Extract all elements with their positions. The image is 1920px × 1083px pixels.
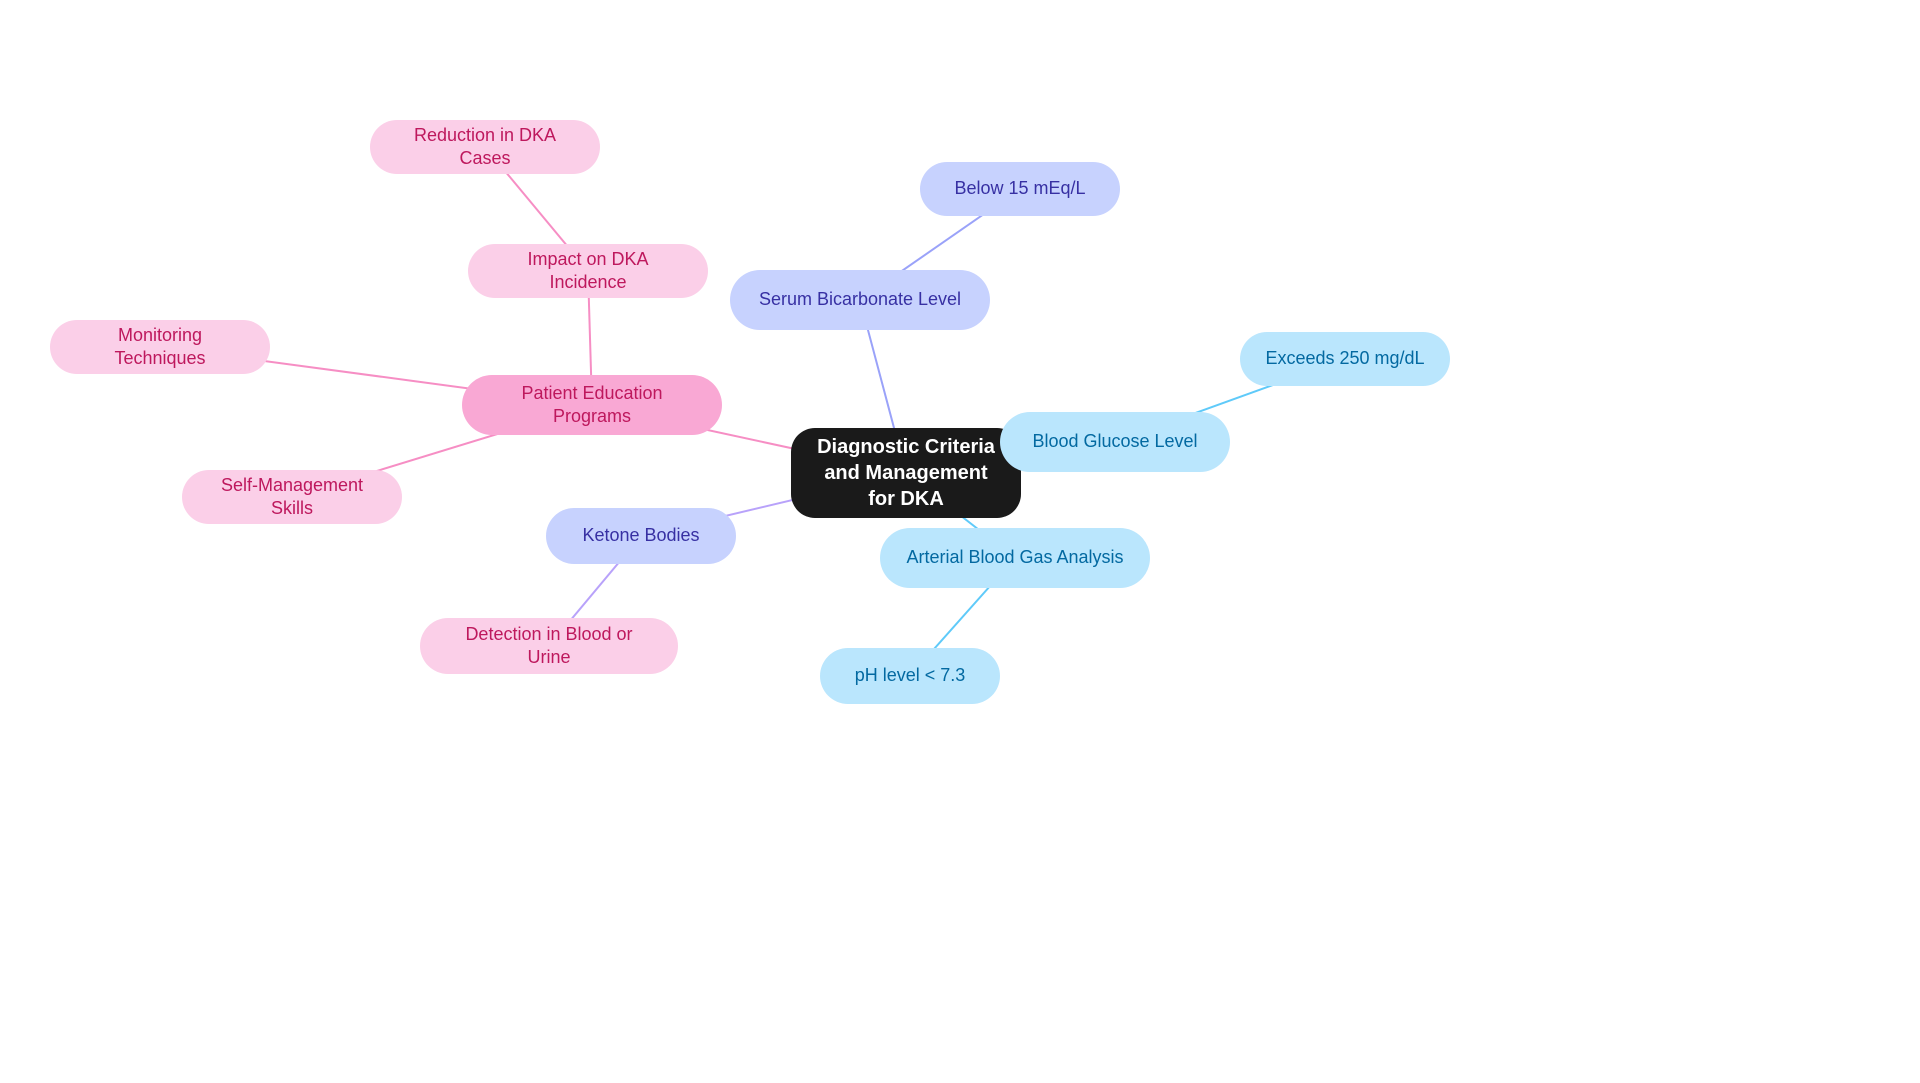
node-impact-dka: Impact on DKA Incidence <box>468 244 708 298</box>
node-serum-bicarb: Serum Bicarbonate Level <box>730 270 990 330</box>
node-blood-glucose: Blood Glucose Level <box>1000 412 1230 472</box>
node-ketone-bodies: Ketone Bodies <box>546 508 736 564</box>
node-reduction-dka: Reduction in DKA Cases <box>370 120 600 174</box>
node-ph-level: pH level < 7.3 <box>820 648 1000 704</box>
node-detection: Detection in Blood or Urine <box>420 618 678 674</box>
center-node: Diagnostic Criteria and Management for D… <box>791 428 1021 518</box>
node-self-management: Self-Management Skills <box>182 470 402 524</box>
node-abg: Arterial Blood Gas Analysis <box>880 528 1150 588</box>
node-patient-education: Patient Education Programs <box>462 375 722 435</box>
node-below-15: Below 15 mEq/L <box>920 162 1120 216</box>
node-exceeds-250: Exceeds 250 mg/dL <box>1240 332 1450 386</box>
node-monitoring: Monitoring Techniques <box>50 320 270 374</box>
mindmap-container: Diagnostic Criteria and Management for D… <box>0 0 1920 1083</box>
